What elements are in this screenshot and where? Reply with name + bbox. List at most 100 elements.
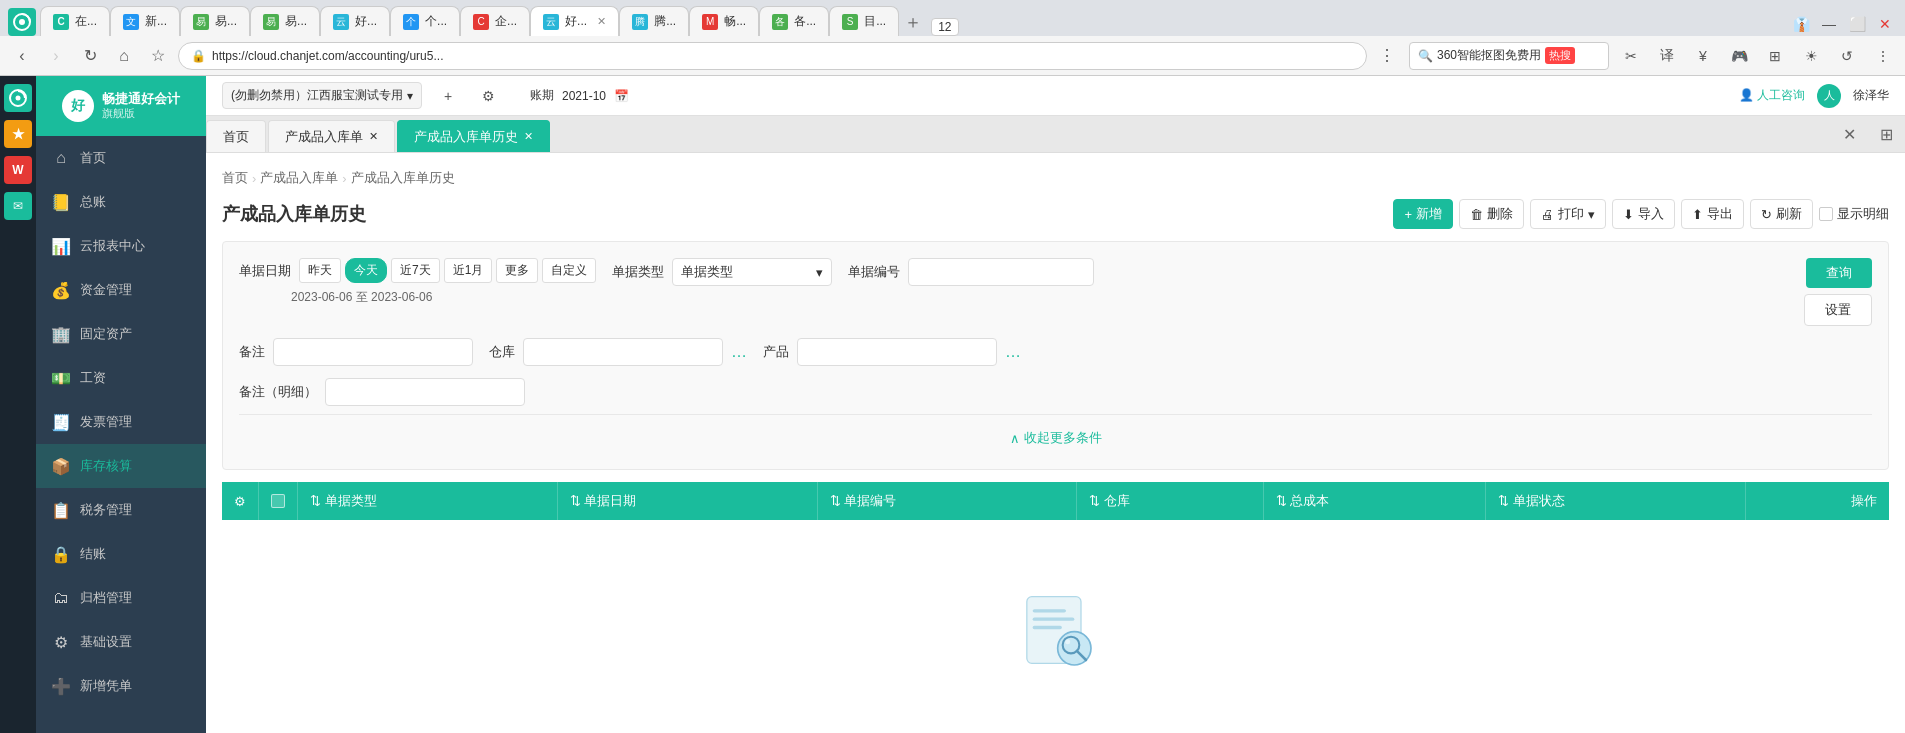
sidebar-item-close[interactable]: 🔒 结账 <box>36 532 206 576</box>
browser-tab-4[interactable]: 易 易... <box>250 6 320 36</box>
tab-panel-close-button[interactable]: ✕ <box>1831 125 1868 144</box>
search-bar[interactable]: 🔍 360智能抠图免费用 热搜 <box>1409 42 1609 70</box>
translate-icon[interactable]: 译 <box>1653 42 1681 70</box>
weibo-icon[interactable]: W <box>4 156 32 184</box>
warehouse-filter-input[interactable] <box>523 338 723 366</box>
page-tab-home[interactable]: 首页 <box>206 120 266 152</box>
window-minimize-button[interactable]: — <box>1817 12 1841 36</box>
user-avatar[interactable]: 人 <box>1817 84 1841 108</box>
table-col-status[interactable]: ⇅ 单据状态 <box>1486 482 1746 520</box>
bookmark-button[interactable]: ☆ <box>144 42 172 70</box>
mail-icon[interactable]: ✉ <box>4 192 32 220</box>
grid-icon[interactable]: ⊞ <box>1761 42 1789 70</box>
brightness-icon[interactable]: ☀ <box>1797 42 1825 70</box>
filter-settings-button[interactable]: 设置 <box>1804 294 1872 326</box>
type-filter-select[interactable]: 单据类型 ▾ <box>672 258 832 286</box>
refresh-button[interactable]: ↻ 刷新 <box>1750 199 1813 229</box>
sidebar-item-basic[interactable]: ⚙ 基础设置 <box>36 620 206 664</box>
date-today-btn[interactable]: 今天 <box>345 258 387 283</box>
tab-panel-expand-button[interactable]: ⊞ <box>1868 125 1905 144</box>
game-icon[interactable]: 🎮 <box>1725 42 1753 70</box>
show-fields-checkbox[interactable] <box>1819 207 1833 221</box>
tab-8-close-icon[interactable]: ✕ <box>597 15 606 28</box>
add-company-button[interactable]: + <box>434 82 462 110</box>
undo-icon[interactable]: ↺ <box>1833 42 1861 70</box>
window-restore-button[interactable]: ⬜ <box>1845 12 1869 36</box>
sidebar-logo[interactable]: 好 畅捷通好会计 旗舰版 <box>36 76 206 136</box>
page-tab-history-close-icon[interactable]: ✕ <box>524 130 533 143</box>
back-button[interactable]: ‹ <box>8 42 36 70</box>
refresh-button[interactable]: ↻ <box>76 42 104 70</box>
sidebar-item-inventory[interactable]: 📦 库存核算 <box>36 444 206 488</box>
sidebar-item-invoice[interactable]: 🧾 发票管理 <box>36 400 206 444</box>
new-button[interactable]: + 新增 <box>1393 199 1453 229</box>
date-yesterday-btn[interactable]: 昨天 <box>299 258 341 283</box>
browser-tab-2[interactable]: 文 新... <box>110 6 180 36</box>
print-button[interactable]: 🖨 打印 ▾ <box>1530 199 1606 229</box>
page-tab-history[interactable]: 产成品入库单历史 ✕ <box>397 120 550 152</box>
browser-tab-8[interactable]: 云 好... ✕ <box>530 6 619 36</box>
menu-icon[interactable]: ⋮ <box>1869 42 1897 70</box>
window-close-button[interactable]: ✕ <box>1873 12 1897 36</box>
sidebar-item-archive[interactable]: 🗂 归档管理 <box>36 576 206 620</box>
calendar-icon[interactable]: 📅 <box>614 89 629 103</box>
extensions-button[interactable]: ⋮ <box>1373 42 1401 70</box>
window-shirt-icon[interactable]: 👔 <box>1789 12 1813 36</box>
browser-tab-3[interactable]: 易 易... <box>180 6 250 36</box>
table-col-warehouse[interactable]: ⇅ 仓库 <box>1077 482 1263 520</box>
sidebar-item-home[interactable]: ⌂ 首页 <box>36 136 206 180</box>
note-filter-input[interactable] <box>273 338 473 366</box>
page-tab-inventory-list-close-icon[interactable]: ✕ <box>369 130 378 143</box>
export-button[interactable]: ⬆ 导出 <box>1681 199 1744 229</box>
browser-tab-7[interactable]: C 企... <box>460 6 530 36</box>
forward-button[interactable]: › <box>42 42 70 70</box>
app-icon-orange[interactable]: ★ <box>4 120 32 148</box>
browser-tab-9[interactable]: 腾 腾... <box>619 6 689 36</box>
sidebar-item-payroll[interactable]: 💵 工资 <box>36 356 206 400</box>
collapse-button[interactable]: ∧ 收起更多条件 <box>239 423 1872 453</box>
select-all-checkbox[interactable] <box>271 494 285 508</box>
import-button[interactable]: ⬇ 导入 <box>1612 199 1675 229</box>
home-button[interactable]: ⌂ <box>110 42 138 70</box>
sidebar-item-fixed-assets[interactable]: 🏢 固定资产 <box>36 312 206 356</box>
table-gear-header[interactable]: ⚙ <box>222 482 259 520</box>
table-col-number[interactable]: ⇅ 单据编号 <box>817 482 1077 520</box>
page-tab-inventory-list[interactable]: 产成品入库单 ✕ <box>268 120 395 152</box>
date-custom-btn[interactable]: 自定义 <box>542 258 596 283</box>
date-more-btn[interactable]: 更多 <box>496 258 538 283</box>
app-icon-green[interactable] <box>4 84 32 112</box>
new-tab-button[interactable]: ＋ <box>899 8 927 36</box>
date-7days-btn[interactable]: 近7天 <box>391 258 440 283</box>
company-settings-button[interactable]: ⚙ <box>474 82 502 110</box>
product-filter-input[interactable] <box>797 338 997 366</box>
table-col-date[interactable]: ⇅ 单据日期 <box>557 482 817 520</box>
browser-tab-10[interactable]: M 畅... <box>689 6 759 36</box>
number-filter-input[interactable] <box>908 258 1094 286</box>
query-button[interactable]: 查询 <box>1806 258 1872 288</box>
sidebar-item-new-bill[interactable]: ➕ 新增凭单 <box>36 664 206 708</box>
breadcrumb-list[interactable]: 产成品入库单 <box>260 169 338 187</box>
browser-tab-1[interactable]: C 在... <box>40 6 110 36</box>
sidebar-item-reports[interactable]: 📊 云报表中心 <box>36 224 206 268</box>
product-more-icon[interactable]: … <box>1005 343 1021 361</box>
sidebar-item-funds[interactable]: 💰 资金管理 <box>36 268 206 312</box>
url-bar[interactable]: 🔒 https://cloud.chanjet.com/accounting/u… <box>178 42 1367 70</box>
company-selector[interactable]: (勿删勿禁用）江西服宝测试专用 ▾ <box>222 82 422 109</box>
browser-tab-11[interactable]: 各 各... <box>759 6 829 36</box>
note-detail-filter-input[interactable] <box>325 378 525 406</box>
delete-button[interactable]: 🗑 删除 <box>1459 199 1524 229</box>
table-col-type[interactable]: ⇅ 单据类型 <box>298 482 558 520</box>
table-col-cost[interactable]: ⇅ 总成本 <box>1263 482 1486 520</box>
browser-tab-12[interactable]: S 目... <box>829 6 899 36</box>
browser-icon[interactable] <box>8 8 36 36</box>
warehouse-more-icon[interactable]: … <box>731 343 747 361</box>
sidebar-item-tax[interactable]: 📋 税务管理 <box>36 488 206 532</box>
browser-tab-5[interactable]: 云 好... <box>320 6 390 36</box>
browser-tab-6[interactable]: 个 个... <box>390 6 460 36</box>
breadcrumb-home[interactable]: 首页 <box>222 169 248 187</box>
table-checkbox-header[interactable] <box>259 482 298 520</box>
currency-icon[interactable]: ¥ <box>1689 42 1717 70</box>
user-service-link[interactable]: 👤 人工咨询 <box>1739 87 1805 104</box>
date-1month-btn[interactable]: 近1月 <box>444 258 493 283</box>
sidebar-item-ledger[interactable]: 📒 总账 <box>36 180 206 224</box>
